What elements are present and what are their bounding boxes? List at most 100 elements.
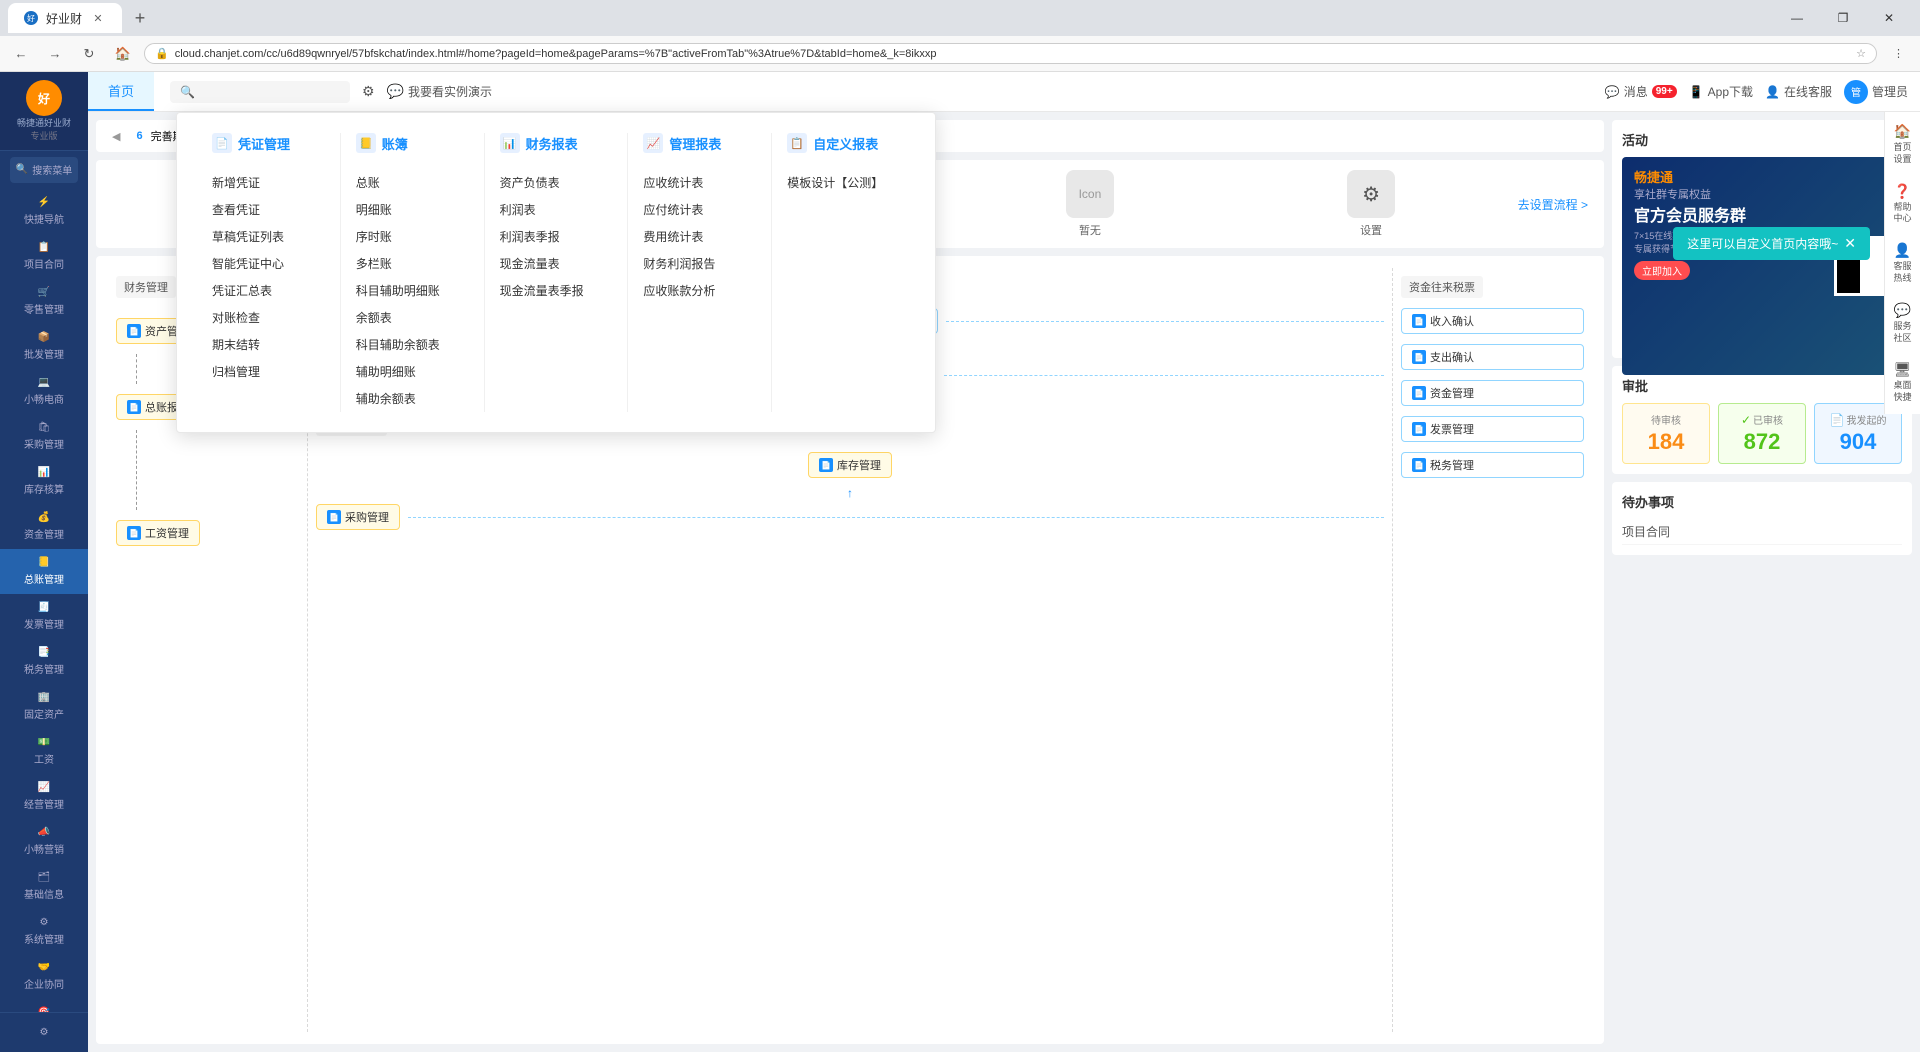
arrow-line2 [946, 321, 1384, 322]
inventory-mgmt-node[interactable]: 📄 库存管理 [808, 452, 892, 478]
sidebar-item-finance[interactable]: 💰 资金管理 [0, 504, 88, 549]
stat-approved[interactable]: ✓ 已审核 872 [1718, 403, 1806, 464]
voucher-item-6[interactable]: 期末结转 [212, 331, 325, 358]
user-menu-btn[interactable]: 管 管理员 [1844, 80, 1908, 104]
demo-label: 我要看实例演示 [408, 83, 492, 100]
custom-item-0[interactable]: 模板设计【公测】 [787, 169, 900, 196]
mreport-item-4[interactable]: 应收账款分析 [643, 277, 756, 304]
freq-item-1[interactable]: 利润表 [500, 196, 613, 223]
tax-mgmt-node[interactable]: 📄 税务管理 [1401, 452, 1584, 478]
notification-btn[interactable]: 💬 消息 99+ [1605, 83, 1677, 100]
restore-btn[interactable]: ❐ [1820, 2, 1866, 34]
browser-menu-btn[interactable]: ⋮ [1885, 44, 1912, 63]
new-tab-btn[interactable]: + [126, 4, 154, 32]
mreport-item-3[interactable]: 财务利润报告 [643, 250, 756, 277]
ledger-item-8[interactable]: 辅助余额表 [356, 385, 469, 412]
mreport-item-0[interactable]: 应收统计表 [643, 169, 756, 196]
sidebar-item-purchase[interactable]: 🛍 采购管理 [0, 414, 88, 459]
sidebar-item-base[interactable]: 🗂 基础信息 [0, 864, 88, 909]
tab-home[interactable]: 首页 [88, 72, 154, 111]
sidebar-item-wholesale[interactable]: 📦 批发管理 [0, 324, 88, 369]
sidebar-item-inventory[interactable]: 📊 库存核算 [0, 459, 88, 504]
voucher-item-2[interactable]: 草稿凭证列表 [212, 223, 325, 250]
sidebar-item-invoice[interactable]: 🧾 发票管理 [0, 594, 88, 639]
ledger-item-1[interactable]: 明细账 [356, 196, 469, 223]
invoice-mgmt-node[interactable]: 📄 发票管理 [1401, 416, 1584, 442]
mini-help-center[interactable]: ❓ 帮助中心 [1891, 176, 1913, 232]
ledger-item-3[interactable]: 多栏账 [356, 250, 469, 277]
mreport-item-1[interactable]: 应付统计表 [643, 196, 756, 223]
search-bar[interactable]: 🔍 [170, 81, 350, 103]
voucher-item-7[interactable]: 归档管理 [212, 358, 325, 385]
back-btn[interactable]: ← [8, 41, 34, 67]
sidebar-item-system[interactable]: ⚙ 系统管理 [0, 909, 88, 954]
icon-item-4[interactable]: Icon 暂无 [955, 170, 1224, 238]
project-label: 项目合同 [24, 256, 64, 271]
sidebar-item-quick-nav[interactable]: ⚡ 快捷导航 [0, 189, 88, 234]
capital-mgmt-node[interactable]: 📄 资金管理 [1401, 380, 1584, 406]
active-tab[interactable]: 好 好业财 ✕ [8, 3, 122, 33]
freq-item-2[interactable]: 利润表季报 [500, 223, 613, 250]
salary-mgmt-row: 📄 工资管理 [116, 520, 299, 546]
home-nav-btn[interactable]: 🏠 [110, 41, 136, 67]
sidebar-item-tax[interactable]: 📑 税务管理 [0, 639, 88, 684]
join-btn[interactable]: 立即加入 [1634, 261, 1690, 280]
sidebar-item-cooperation[interactable]: 🤝 企业协同 [0, 954, 88, 999]
stat-pending[interactable]: 待审核 184 [1622, 403, 1710, 464]
mini-customer-service[interactable]: 👤 客服热线 [1891, 235, 1913, 291]
sidebar-item-marketing[interactable]: 📣 小畅营销 [0, 819, 88, 864]
expense-confirm-node[interactable]: 📄 支出确认 [1401, 344, 1584, 370]
ledger-item-4[interactable]: 科目辅助明细账 [356, 277, 469, 304]
popup-close-btn[interactable]: ✕ [1844, 235, 1856, 252]
voucher-item-3[interactable]: 智能凭证中心 [212, 250, 325, 277]
close-btn[interactable]: ✕ [1866, 2, 1912, 34]
sidebar-item-newbie[interactable]: 🎯 新手引导 [0, 999, 88, 1012]
ledger-item-0[interactable]: 总账 [356, 169, 469, 196]
sidebar-item-ops[interactable]: 📈 经营管理 [0, 774, 88, 819]
finance-section-title: 财务管理 [116, 276, 176, 298]
freq-item-4[interactable]: 现金流量表季报 [500, 277, 613, 304]
salary-mgmt-node[interactable]: 📄 工资管理 [116, 520, 200, 546]
bookmark-icon[interactable]: ☆ [1856, 47, 1866, 60]
mini-community[interactable]: 💬 服务社区 [1891, 295, 1913, 351]
freq-item-3[interactable]: 现金流量表 [500, 250, 613, 277]
sidebar-item-retail[interactable]: 🛒 零售管理 [0, 279, 88, 324]
finance-label: 资金管理 [24, 526, 64, 541]
mreport-item-2[interactable]: 费用统计表 [643, 223, 756, 250]
settings-quick-icon: ⚙ [362, 83, 375, 100]
voucher-item-5[interactable]: 对账检查 [212, 304, 325, 331]
voucher-item-0[interactable]: 新增凭证 [212, 169, 325, 196]
ledger-item-7[interactable]: 辅助明细账 [356, 358, 469, 385]
app-download-btn[interactable]: 📱 App下载 [1689, 83, 1753, 100]
ledger-item-2[interactable]: 序时账 [356, 223, 469, 250]
freq-item-0[interactable]: 资产负债表 [500, 169, 613, 196]
minimize-btn[interactable]: — [1774, 2, 1820, 34]
set-flow-btn[interactable]: 去设置流程 > [1518, 196, 1588, 213]
sidebar-item-accounting[interactable]: 📒 总账管理 [0, 549, 88, 594]
settings-btn[interactable]: ⚙ [4, 1021, 84, 1044]
income-confirm-node[interactable]: 📄 收入确认 [1401, 308, 1584, 334]
search-menu-btn[interactable]: 🔍 搜索菜单 [10, 157, 78, 183]
mini-desktop[interactable]: 🖥 桌面快捷 [1891, 354, 1913, 410]
sidebar-item-assets[interactable]: 🏢 固定资产 [0, 684, 88, 729]
todo-project-row[interactable]: 项目合同 [1622, 519, 1902, 545]
purchase-mgmt-node[interactable]: 📄 采购管理 [316, 504, 400, 530]
sidebar-item-project[interactable]: 📋 项目合同 [0, 234, 88, 279]
icon-item-settings[interactable]: ⚙ 设置 [1237, 170, 1506, 238]
reload-btn[interactable]: ↻ [76, 41, 102, 67]
capital-mgmt-icon: 📄 [1412, 386, 1426, 400]
sidebar-item-ecommerce[interactable]: 💻 小畅电商 [0, 369, 88, 414]
address-input[interactable]: 🔒 cloud.chanjet.com/cc/u6d89qwnryel/57bf… [144, 43, 1877, 64]
ledger-item-6[interactable]: 科目辅助余额表 [356, 331, 469, 358]
ledger-item-5[interactable]: 余额表 [356, 304, 469, 331]
tab-close-btn[interactable]: ✕ [90, 10, 106, 26]
mini-home-setting[interactable]: 🏠 首页设置 [1891, 116, 1913, 172]
quick-nav-icon: ⚡ [38, 197, 50, 208]
sidebar-item-salary[interactable]: 💵 工资 [0, 729, 88, 774]
forward-btn[interactable]: → [42, 41, 68, 67]
settings-quick-btn[interactable]: ⚙ [362, 83, 375, 100]
voucher-item-1[interactable]: 查看凭证 [212, 196, 325, 223]
demo-link[interactable]: 💬 我要看实例演示 [387, 83, 492, 100]
online-service-btn[interactable]: 👤 在线客服 [1765, 83, 1832, 100]
voucher-item-4[interactable]: 凭证汇总表 [212, 277, 325, 304]
